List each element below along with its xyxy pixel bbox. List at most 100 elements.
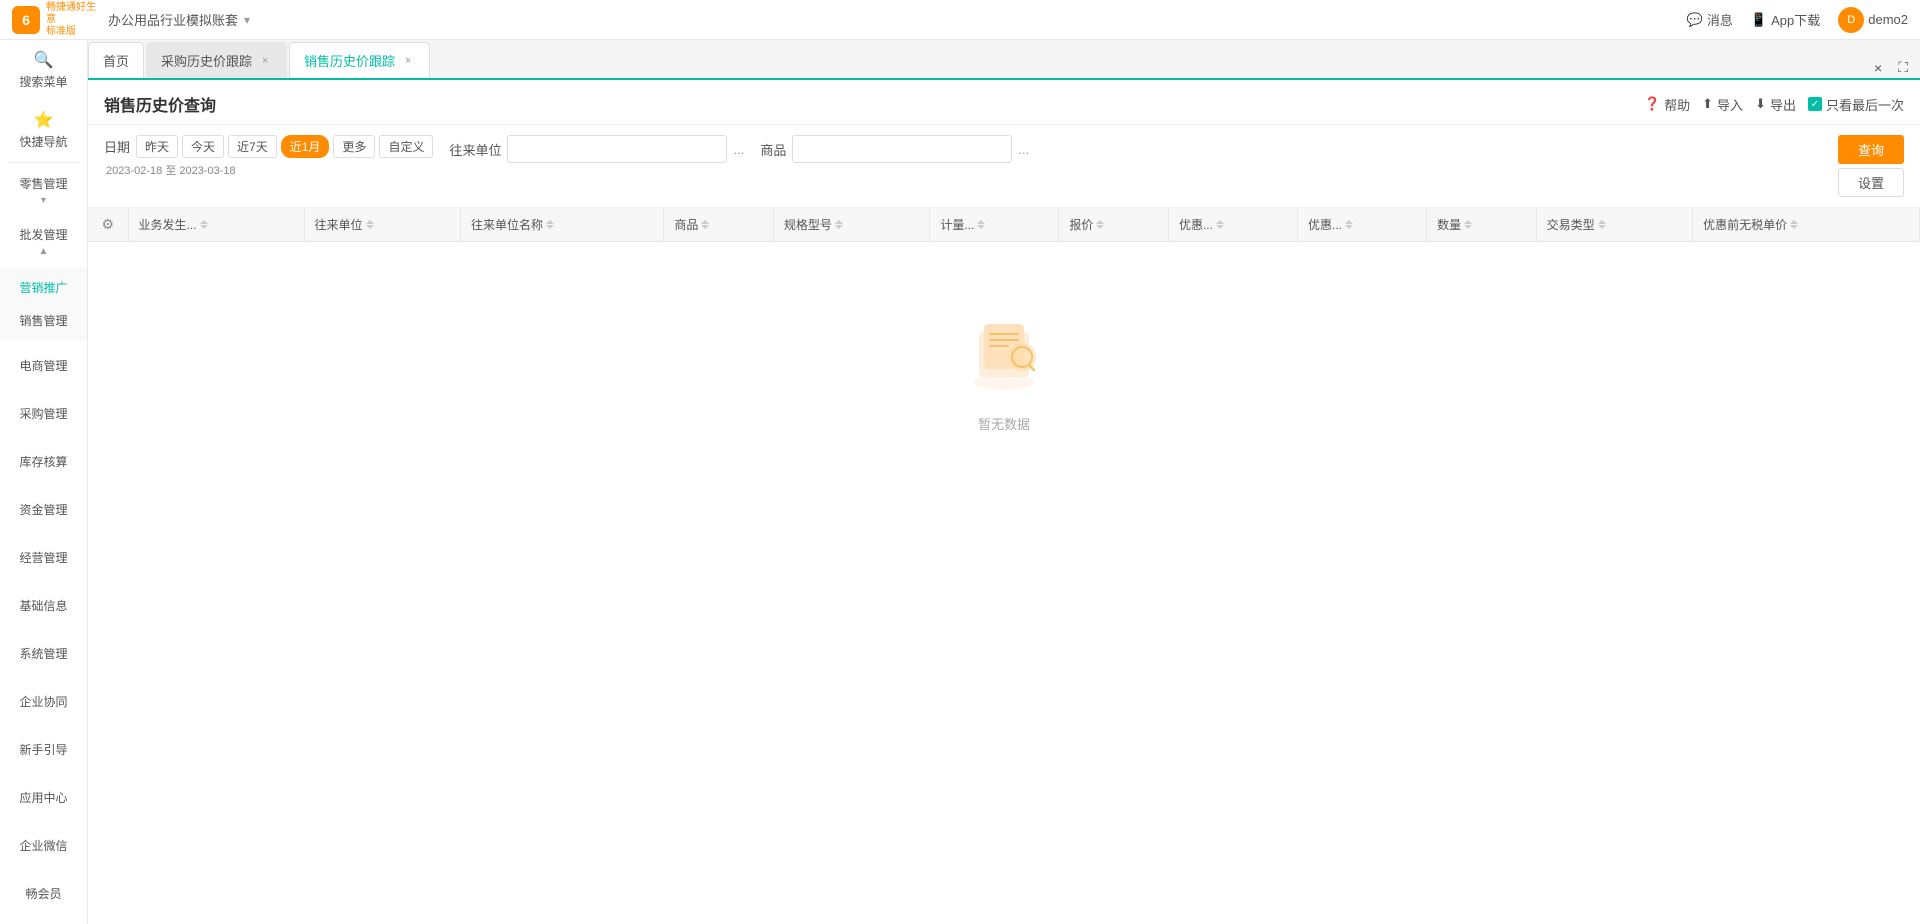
- sidebar-item-appstore[interactable]: 应用中心: [0, 773, 87, 821]
- sort-icon: [200, 220, 208, 229]
- sort-icon: [1790, 220, 1798, 229]
- expand-icon[interactable]: ⛶: [1894, 57, 1912, 78]
- date-today-button[interactable]: 今天: [182, 135, 224, 158]
- filter-actions: 查询 设置: [1838, 135, 1904, 197]
- page-header-actions: ❓ 帮助 ⬆ 导入 ⬇ 导出 ✓ 只看最后一次: [1644, 95, 1904, 114]
- th-spec[interactable]: 规格型号: [773, 208, 929, 242]
- partner-more-icon[interactable]: ...: [733, 142, 744, 157]
- date-more-button[interactable]: 更多: [333, 135, 375, 158]
- th-gear[interactable]: ⚙: [88, 208, 128, 242]
- shortcut-icon: ⭐: [34, 110, 54, 130]
- product-label: 商品: [760, 140, 786, 159]
- wholesale-submenu: 营销推广 销售管理: [0, 267, 87, 341]
- partner-input-wrapper: ...: [507, 135, 744, 163]
- product-more-icon[interactable]: ...: [1018, 142, 1029, 157]
- sidebar-item-wholesale[interactable]: 批发管理 ▲: [0, 216, 87, 267]
- user-menu-button[interactable]: D demo2: [1838, 7, 1908, 33]
- sidebar-item-inventory[interactable]: 库存核算: [0, 437, 87, 485]
- th-partner-code[interactable]: 往来单位: [304, 208, 460, 242]
- partner-label: 往来单位: [449, 140, 501, 159]
- page-content: 销售历史价查询 ❓ 帮助 ⬆ 导入 ⬇ 导出 ✓: [88, 80, 1920, 924]
- dropdown-chevron-icon[interactable]: ▾: [244, 13, 250, 27]
- sidebar: 🔍 搜索菜单 ⭐ 快捷导航 零售管理 ▾ 批发管理 ▲ 营销推广 销售管理 电商…: [0, 40, 88, 924]
- date-custom-button[interactable]: 自定义: [379, 135, 433, 158]
- th-unit[interactable]: 计量...: [930, 208, 1059, 242]
- date-yesterday-button[interactable]: 昨天: [136, 135, 178, 158]
- partner-input[interactable]: [507, 135, 727, 163]
- sort-icon: [1464, 220, 1472, 229]
- tab-close-purchase[interactable]: ×: [258, 54, 272, 68]
- message-button[interactable]: 💬 消息: [1687, 10, 1733, 29]
- table-container: ⚙ 业务发生...: [88, 208, 1920, 924]
- import-button[interactable]: ⬆ 导入: [1702, 95, 1743, 114]
- sidebar-item-system[interactable]: 系统管理: [0, 629, 87, 677]
- settings-button[interactable]: 设置: [1838, 168, 1904, 197]
- tab-sales-history[interactable]: 销售历史价跟踪 ×: [289, 42, 430, 78]
- results-table: ⚙ 业务发生...: [88, 208, 1920, 242]
- date-filter: 日期 昨天 今天 近7天 近1月 更多 自定义: [104, 135, 433, 158]
- sidebar-sub-item-marketing[interactable]: 营销推广: [0, 271, 87, 304]
- only-last-checkbox[interactable]: ✓ 只看最后一次: [1808, 95, 1904, 114]
- tab-home[interactable]: 首页: [88, 42, 144, 78]
- sort-icon: [835, 220, 843, 229]
- th-discount1[interactable]: 优惠...: [1168, 208, 1297, 242]
- th-quote[interactable]: 报价: [1059, 208, 1169, 242]
- sidebar-item-basic[interactable]: 基础信息: [0, 581, 87, 629]
- date-last7-button[interactable]: 近7天: [228, 135, 277, 158]
- sort-icon: [1345, 220, 1353, 229]
- search-icon: 🔍: [34, 50, 54, 70]
- phone-icon: 📱: [1751, 12, 1767, 28]
- help-icon: ❓: [1644, 96, 1660, 112]
- gear-icon: ⚙: [101, 216, 114, 232]
- tab-close-sales[interactable]: ×: [401, 54, 415, 68]
- chevron-up-icon: ▲: [39, 246, 49, 257]
- page-header: 销售历史价查询 ❓ 帮助 ⬆ 导入 ⬇ 导出 ✓: [88, 80, 1920, 125]
- sidebar-item-enterprise[interactable]: 企业协同: [0, 677, 87, 725]
- tab-purchase-history[interactable]: 采购历史价跟踪 ×: [146, 42, 287, 78]
- page-title: 销售历史价查询: [104, 92, 216, 116]
- product-input-wrapper: ...: [792, 135, 1029, 163]
- date-last1m-button[interactable]: 近1月: [281, 135, 330, 158]
- sidebar-item-guide[interactable]: 新手引导: [0, 725, 87, 773]
- sort-icon: [1216, 220, 1224, 229]
- th-discount2[interactable]: 优惠...: [1298, 208, 1427, 242]
- th-qty[interactable]: 数量: [1427, 208, 1537, 242]
- date-range-text: 2023-02-18 至 2023-03-18: [104, 162, 433, 178]
- th-trade-type[interactable]: 交易类型: [1536, 208, 1692, 242]
- empty-state: 暂无数据: [88, 242, 1920, 493]
- th-product[interactable]: 商品: [664, 208, 774, 242]
- sidebar-item-retail[interactable]: 零售管理 ▾: [0, 165, 87, 216]
- sidebar-item-ecommerce[interactable]: 电商管理: [0, 341, 87, 389]
- th-partner-name[interactable]: 往来单位名称: [460, 208, 663, 242]
- sort-icon: [977, 220, 985, 229]
- sort-icon: [1598, 220, 1606, 229]
- app-download-button[interactable]: 📱 App下载: [1751, 10, 1820, 29]
- message-icon: 💬: [1687, 12, 1703, 28]
- sidebar-item-shortcut[interactable]: ⭐ 快捷导航: [0, 100, 87, 160]
- th-biz-date[interactable]: 业务发生...: [128, 208, 304, 242]
- sidebar-item-wechat[interactable]: 企业微信: [0, 821, 87, 869]
- avatar: D: [1838, 7, 1864, 33]
- th-pretax-price[interactable]: 优惠前无税单价: [1693, 208, 1920, 242]
- tab-bar-controls: × ⛶: [1862, 57, 1920, 78]
- date-filter-group: 日期 昨天 今天 近7天 近1月 更多 自定义 2023-02-18 至 202…: [104, 135, 433, 178]
- sidebar-item-search[interactable]: 🔍 搜索菜单: [0, 40, 87, 100]
- export-button[interactable]: ⬇ 导出: [1755, 95, 1796, 114]
- sidebar-item-member[interactable]: 畅会员: [0, 869, 87, 917]
- logo-text: 畅捷通好生意 标准版: [46, 2, 100, 38]
- sort-icon: [366, 220, 374, 229]
- query-button[interactable]: 查询: [1838, 135, 1904, 164]
- sort-icon: [701, 220, 709, 229]
- close-tab-icon[interactable]: ×: [1870, 58, 1886, 78]
- date-label: 日期: [104, 137, 130, 156]
- product-filter-group: 商品 ...: [760, 135, 1029, 163]
- sidebar-sub-item-sales[interactable]: 销售管理: [0, 304, 87, 337]
- app-title: 办公用品行业模拟账套 ▾: [100, 10, 1687, 29]
- product-input[interactable]: [792, 135, 1012, 163]
- help-button[interactable]: ❓ 帮助: [1644, 95, 1690, 114]
- filter-bar: 日期 昨天 今天 近7天 近1月 更多 自定义 2023-02-18 至 202…: [88, 125, 1920, 208]
- sidebar-item-purchase[interactable]: 采购管理: [0, 389, 87, 437]
- sidebar-item-operation[interactable]: 经营管理: [0, 533, 87, 581]
- checkbox-icon: ✓: [1808, 97, 1822, 111]
- sidebar-item-finance[interactable]: 资金管理: [0, 485, 87, 533]
